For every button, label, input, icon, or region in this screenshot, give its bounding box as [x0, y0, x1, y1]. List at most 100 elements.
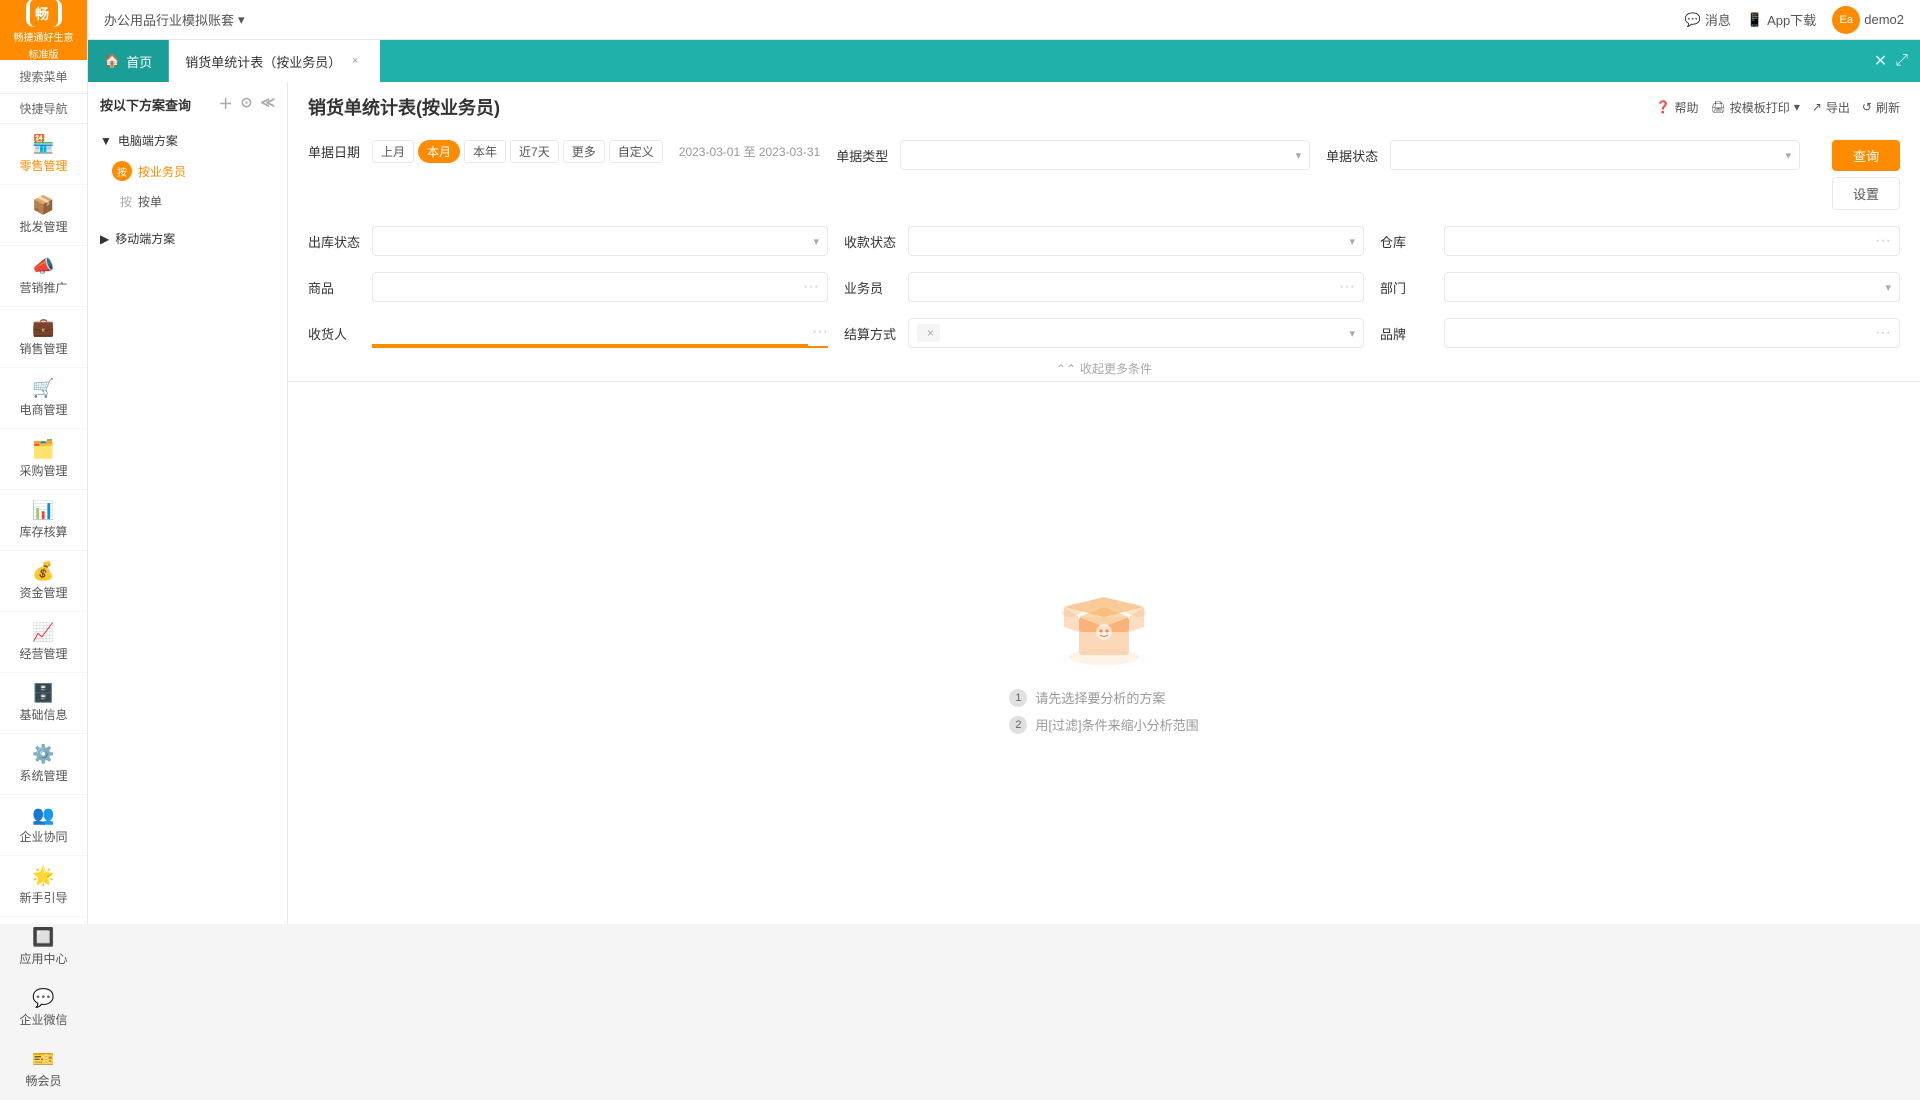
consignee-dots-icon[interactable]: ···	[812, 323, 828, 341]
avatar: Ea	[1832, 6, 1860, 34]
sidebar-item-purchase[interactable]: 🗂️ 采购管理	[0, 429, 87, 490]
template-print-label: 按模板打印	[1730, 99, 1790, 116]
dept-select[interactable]: ▾	[1444, 272, 1900, 302]
warehouse-dots-icon[interactable]: ···	[1875, 232, 1891, 250]
brand-select[interactable]: ···	[1444, 318, 1900, 348]
sidebar-item-newbie[interactable]: 🌟 新手引导	[0, 856, 87, 917]
content-area: 按以下方案查询 ＋ ⊙ ≪ ▼ 电脑端方案 按 按业务员 按 按单	[88, 82, 1920, 924]
sidebar-item-basic[interactable]: 🗄️ 基础信息	[0, 673, 87, 734]
doc-status-select[interactable]: ▾	[1390, 140, 1800, 170]
date-btn-custom[interactable]: 自定义	[609, 140, 663, 163]
sidebar-label-newbie: 新手引导	[19, 889, 67, 906]
collapse-button[interactable]: ⌃⌃ 收起更多条件	[1056, 360, 1152, 377]
receipt-status-select[interactable]: ▾	[908, 226, 1364, 256]
export-button[interactable]: ↗ 导出	[1812, 99, 1850, 116]
payment-arrow-icon: ▾	[1349, 327, 1355, 340]
salesman-dots-icon[interactable]: ···	[1339, 278, 1355, 296]
export-label: 导出	[1826, 99, 1850, 116]
doc-type-label: 单据类型	[836, 146, 892, 165]
sidebar-item-member[interactable]: 🎫 畅会员	[0, 1039, 87, 1100]
out-status-group: 出库状态 ▾	[308, 226, 828, 256]
filter-area: 单据日期 上月 本月 本年 近7天 更多 自定义 2023-03-01 至 20…	[308, 132, 1900, 381]
consignee-input[interactable]	[372, 319, 808, 346]
goods-label: 商品	[308, 278, 364, 297]
sidebar-item-retail[interactable]: 🏪 零售管理	[0, 124, 87, 185]
payment-tag-remove-icon[interactable]: ×	[927, 326, 934, 340]
dept-arrow-icon: ▾	[1885, 281, 1891, 294]
message-icon: 💬	[1685, 12, 1701, 28]
username: demo2	[1864, 12, 1904, 27]
desktop-plan-label: 电脑端方案	[118, 132, 178, 149]
sidebar-item-ecom[interactable]: 🛒 电商管理	[0, 368, 87, 429]
sidebar-label-system: 系统管理	[19, 767, 67, 784]
sidebar-item-sales[interactable]: 💼 销售管理	[0, 307, 87, 368]
query-button[interactable]: 查询	[1832, 140, 1900, 171]
close-tab-icon[interactable]: ✕	[1874, 51, 1887, 71]
warehouse-label: 仓库	[1380, 232, 1436, 251]
maximize-icon[interactable]: ⤢	[1895, 52, 1908, 70]
warehouse-group: 仓库 ···	[1380, 226, 1900, 256]
help-label: 帮助	[1675, 99, 1699, 116]
edit-plan-icon[interactable]: ⊙	[241, 94, 253, 114]
filter-row-1: 单据日期 上月 本月 本年 近7天 更多 自定义 2023-03-01 至 20…	[308, 132, 1900, 218]
empty-tip-text-2: 用[过滤]条件来缩小分析范围	[1035, 715, 1198, 734]
date-btn-this-year[interactable]: 本年	[464, 140, 506, 163]
app-download-button[interactable]: 📱 App下载	[1747, 10, 1816, 29]
left-panel: 按以下方案查询 ＋ ⊙ ≪ ▼ 电脑端方案 按 按业务员 按 按单	[88, 82, 288, 924]
quick-nav[interactable]: 快捷导航	[0, 94, 87, 124]
mobile-plan-header[interactable]: ▶ 移动端方案	[88, 224, 287, 253]
plan-item-salesman[interactable]: 按 按业务员	[88, 155, 287, 187]
date-btn-last-7-days[interactable]: 近7天	[510, 140, 559, 163]
help-button[interactable]: ❓ 帮助	[1656, 99, 1699, 116]
payment-select[interactable]: × ▾	[908, 318, 1364, 348]
doc-status-label: 单据状态	[1326, 146, 1382, 165]
sidebar-item-operation[interactable]: 📈 经营管理	[0, 612, 87, 673]
sidebar-item-inventory[interactable]: 📊 库存核算	[0, 490, 87, 551]
brand-label: 品牌	[1380, 324, 1436, 343]
plan-sub-icon: 按	[120, 193, 132, 210]
sidebar-item-wechat[interactable]: 💬 企业微信	[0, 978, 87, 1039]
apps-icon: 🔲	[32, 927, 54, 948]
date-btn-last-month[interactable]: 上月	[372, 140, 414, 163]
account-selector[interactable]: 办公用品行业模拟账套 ▾	[104, 10, 245, 29]
out-status-select[interactable]: ▾	[372, 226, 828, 256]
sidebar-item-corp[interactable]: 👥 企业协同	[0, 795, 87, 856]
sidebar-item-apps[interactable]: 🔲 应用中心	[0, 917, 87, 978]
refresh-label: 刷新	[1876, 99, 1900, 116]
receipt-status-label: 收款状态	[844, 232, 900, 251]
page-actions: ❓ 帮助 🖨 按模板打印 ▾ ↗ 导出 ↺	[1656, 99, 1900, 116]
salesman-select[interactable]: ···	[908, 272, 1364, 302]
sidebar-item-system[interactable]: ⚙️ 系统管理	[0, 734, 87, 795]
doc-type-select[interactable]: ▾	[900, 140, 1310, 170]
goods-dots-icon[interactable]: ···	[803, 278, 819, 296]
tab-report[interactable]: 销货单统计表（按业务员） ×	[169, 40, 380, 82]
doc-status-group: 单据状态 ▾	[1326, 140, 1800, 170]
left-panel-icons: ＋ ⊙ ≪	[219, 94, 275, 114]
collapse-panel-icon[interactable]: ≪	[260, 94, 275, 114]
refresh-button[interactable]: ↺ 刷新	[1862, 99, 1900, 116]
template-print-button[interactable]: 🖨 按模板打印 ▾	[1711, 99, 1800, 116]
system-icon: ⚙️	[32, 744, 54, 765]
date-btn-more[interactable]: 更多	[563, 140, 605, 163]
goods-select[interactable]: ···	[372, 272, 828, 302]
warehouse-select[interactable]: ···	[1444, 226, 1900, 256]
sidebar-item-finance[interactable]: 💰 资金管理	[0, 551, 87, 612]
consignee-label: 收货人	[308, 324, 364, 343]
brand-dots-icon[interactable]: ···	[1875, 324, 1891, 342]
user-menu[interactable]: Ea demo2	[1832, 6, 1904, 34]
sidebar-label-wechat: 企业微信	[19, 1011, 67, 1028]
date-btn-this-month[interactable]: 本月	[418, 140, 460, 163]
desktop-plan-header[interactable]: ▼ 电脑端方案	[88, 126, 287, 155]
settings-button[interactable]: 设置	[1832, 177, 1900, 210]
tab-close-icon[interactable]: ×	[347, 53, 363, 69]
left-panel-header: 按以下方案查询 ＋ ⊙ ≪	[88, 94, 287, 122]
logo-icon: 畅	[26, 0, 62, 27]
sidebar-item-marketing[interactable]: 📣 营销推广	[0, 246, 87, 307]
tab-home[interactable]: 🏠 首页	[88, 40, 169, 82]
search-menu[interactable]: 搜索菜单	[0, 60, 87, 94]
sidebar-item-wholesale[interactable]: 📦 批发管理	[0, 185, 87, 246]
plan-item-order[interactable]: 按 按单	[88, 187, 287, 216]
receipt-status-arrow-icon: ▾	[1349, 235, 1355, 248]
message-button[interactable]: 💬 消息	[1685, 10, 1731, 29]
add-plan-icon[interactable]: ＋	[219, 94, 233, 114]
